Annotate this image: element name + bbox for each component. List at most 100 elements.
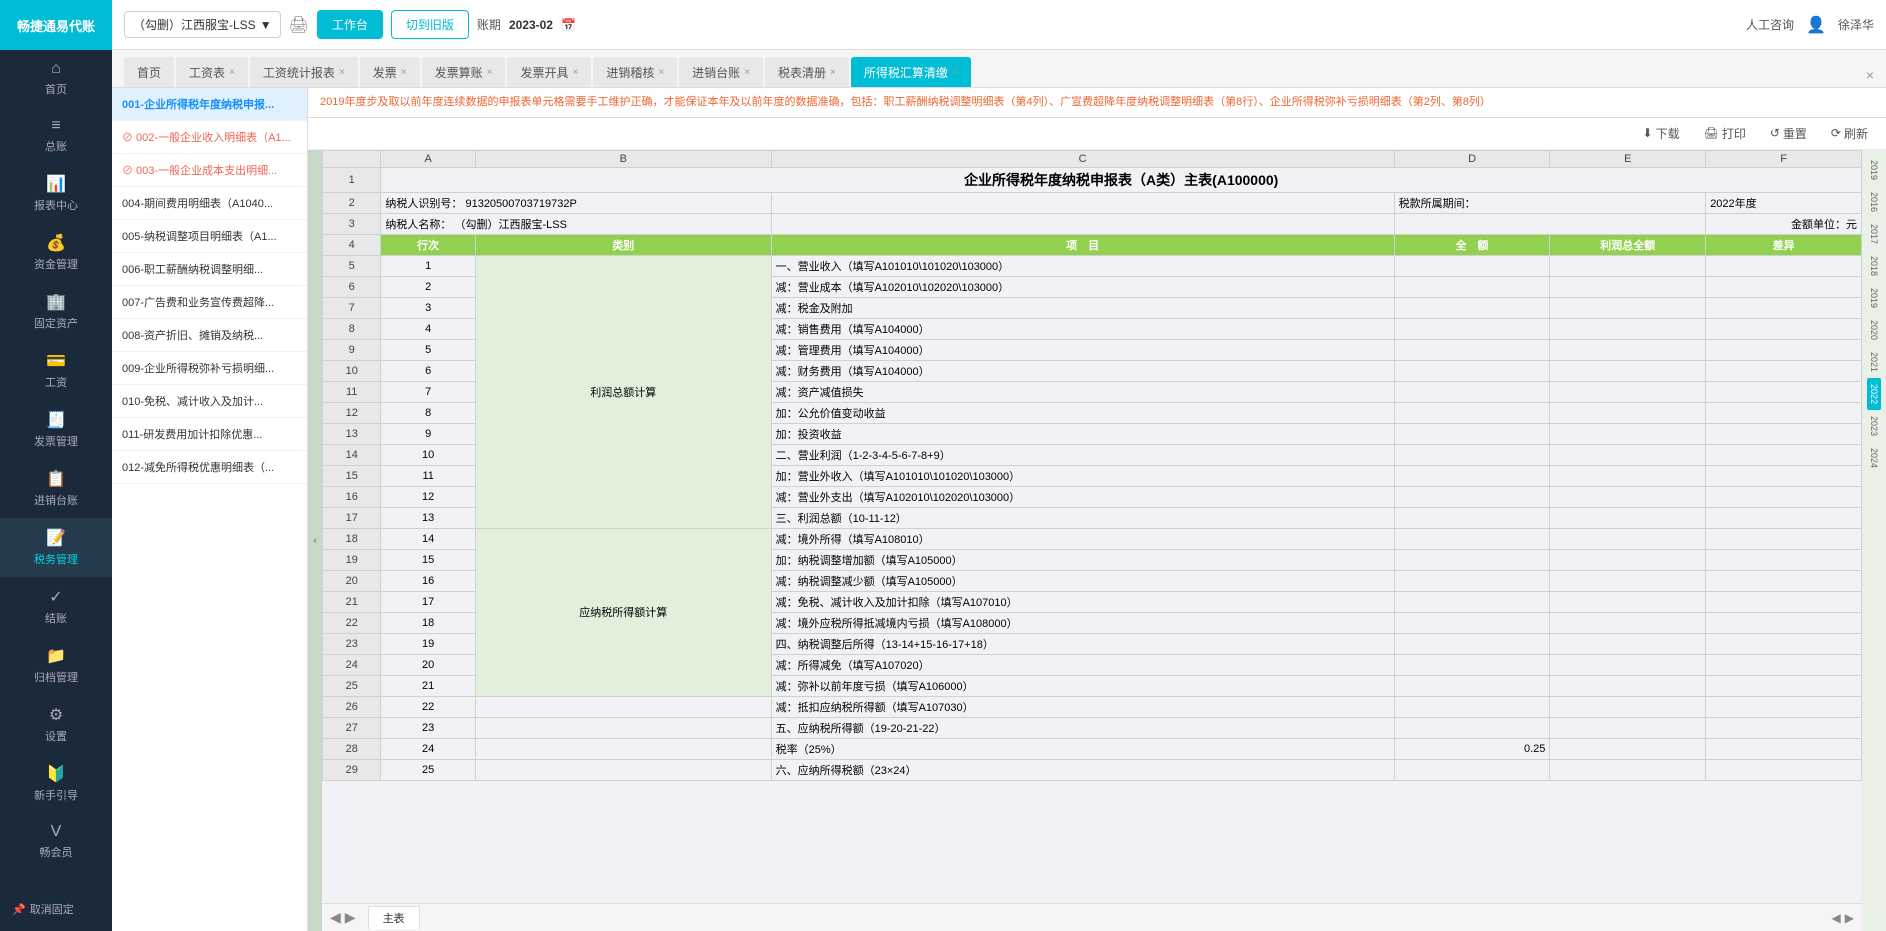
amount-cell-13[interactable] [1394,507,1550,528]
left-panel-item-007[interactable]: 007-广告费和业务宣传费超降... [112,286,307,319]
amount-cell-8[interactable] [1394,402,1550,423]
tab-close-tax_clear[interactable]: × [830,67,836,78]
amount-cell-21[interactable] [1394,675,1550,696]
tab-close-sales_ledger[interactable]: × [744,67,750,78]
amount-cell-22[interactable] [1394,696,1550,717]
switch-old-button[interactable]: 切到旧版 [391,10,469,39]
sidebar-item-sales[interactable]: 📋进销台账 [0,459,112,518]
item-cell-18[interactable]: 减：境外应税所得抵减境内亏损（填写A108000） [771,612,1394,633]
profit-cell-10[interactable] [1550,444,1706,465]
year-nav-2022[interactable]: 2022 [1867,378,1881,410]
left-panel-item-003[interactable]: ⊘ 003-一般企业成本支出明细... [112,154,307,187]
diff-cell-17[interactable] [1706,591,1862,612]
amount-cell-7[interactable] [1394,381,1550,402]
reset-button[interactable]: ↺ 重置 [1764,122,1813,145]
left-panel-item-009[interactable]: 009-企业所得税弥补亏损明细... [112,352,307,385]
refresh-button[interactable]: ⟳ 刷新 [1825,122,1874,145]
item-cell-12[interactable]: 减：营业外支出（填写A102010\102020\103000） [771,486,1394,507]
amount-cell-2[interactable] [1394,276,1550,297]
left-panel-item-012[interactable]: 012-减免所得税优惠明细表（... [112,451,307,484]
amount-cell-23[interactable] [1394,717,1550,738]
tab-close-salary[interactable]: × [229,67,235,78]
diff-cell-16[interactable] [1706,570,1862,591]
year-nav-2019[interactable]: 2019 [1867,154,1881,186]
profit-cell-4[interactable] [1550,318,1706,339]
amount-cell-1[interactable] [1394,255,1550,276]
profit-cell-6[interactable] [1550,360,1706,381]
diff-cell-1[interactable] [1706,255,1862,276]
tab-income_tax[interactable]: 所得税汇算清缴× [851,57,971,87]
item-cell-1[interactable]: 一、营业收入（填写A101010\101020\103000） [771,255,1394,276]
profit-cell-24[interactable] [1550,738,1706,759]
item-cell-20[interactable]: 减：所得减免（填写A107020） [771,654,1394,675]
sidebar-item-tax[interactable]: 📝税务管理 [0,518,112,577]
sidebar-item-ledger[interactable]: ≡总账 [0,107,112,164]
tab-close-salary_stats[interactable]: × [339,67,345,78]
diff-cell-3[interactable] [1706,297,1862,318]
amount-cell-17[interactable] [1394,591,1550,612]
item-cell-25[interactable]: 六、应纳所得税额（23×24） [771,759,1394,780]
left-panel-item-010[interactable]: 010-免税、减计收入及加计... [112,385,307,418]
amount-cell-4[interactable] [1394,318,1550,339]
amount-cell-16[interactable] [1394,570,1550,591]
profit-cell-8[interactable] [1550,402,1706,423]
diff-cell-21[interactable] [1706,675,1862,696]
profit-cell-19[interactable] [1550,633,1706,654]
profit-cell-18[interactable] [1550,612,1706,633]
left-panel-item-006[interactable]: 006-职工薪酬纳税调整明细... [112,253,307,286]
tab-close-invoice_open[interactable]: × [572,67,578,78]
diff-cell-23[interactable] [1706,717,1862,738]
profit-cell-3[interactable] [1550,297,1706,318]
amount-cell-9[interactable] [1394,423,1550,444]
year-nav-2018[interactable]: 2018 [1867,250,1881,282]
profit-cell-2[interactable] [1550,276,1706,297]
profit-cell-13[interactable] [1550,507,1706,528]
year-nav-2021[interactable]: 2021 [1867,346,1881,378]
item-cell-5[interactable]: 减：管理费用（填写A104000） [771,339,1394,360]
diff-cell-8[interactable] [1706,402,1862,423]
year-nav-2024[interactable]: 2024 [1867,442,1881,474]
item-cell-14[interactable]: 减：境外所得（填写A108010） [771,528,1394,549]
year-nav-2017[interactable]: 2017 [1867,218,1881,250]
amount-cell-14[interactable] [1394,528,1550,549]
diff-cell-11[interactable] [1706,465,1862,486]
year-nav-2019[interactable]: 2019 [1867,282,1881,314]
profit-cell-15[interactable] [1550,549,1706,570]
item-cell-13[interactable]: 三、利润总额（10-11-12） [771,507,1394,528]
profit-cell-14[interactable] [1550,528,1706,549]
amount-cell-15[interactable] [1394,549,1550,570]
tab-close-invoice_calc[interactable]: × [487,67,493,78]
diff-cell-10[interactable] [1706,444,1862,465]
item-cell-19[interactable]: 四、纳税调整后所得（13-14+15-16-17+18） [771,633,1394,654]
tab-close-invoice[interactable]: × [401,67,407,78]
profit-cell-17[interactable] [1550,591,1706,612]
profit-cell-20[interactable] [1550,654,1706,675]
profit-cell-22[interactable] [1550,696,1706,717]
profit-cell-11[interactable] [1550,465,1706,486]
diff-cell-15[interactable] [1706,549,1862,570]
profit-cell-21[interactable] [1550,675,1706,696]
left-panel-item-011[interactable]: 011-研发费用加计扣除优惠... [112,418,307,451]
year-nav-2016[interactable]: 2016 [1867,186,1881,218]
tab-close-sales_check[interactable]: × [658,67,664,78]
tab-sales_check[interactable]: 进销稽核× [593,57,677,87]
tab-invoice_open[interactable]: 发票开具× [507,57,591,87]
diff-cell-24[interactable] [1706,738,1862,759]
tab-close-income_tax[interactable]: × [952,67,958,78]
profit-cell-5[interactable] [1550,339,1706,360]
diff-cell-12[interactable] [1706,486,1862,507]
item-cell-23[interactable]: 五、应纳税所得额（19-20-21-22） [771,717,1394,738]
workbench-button[interactable]: 工作台 [317,10,383,39]
amount-cell-11[interactable] [1394,465,1550,486]
diff-cell-22[interactable] [1706,696,1862,717]
sidebar-item-invoice_mgr[interactable]: 🧾发票管理 [0,400,112,459]
item-cell-17[interactable]: 减：免税、减计收入及加计扣除（填写A107010） [771,591,1394,612]
item-cell-3[interactable]: 减：税金及附加 [771,297,1394,318]
sidebar-item-member[interactable]: V畅会员 [0,813,112,870]
nav-left-icon[interactable]: ◀ [330,909,341,926]
amount-cell-10[interactable] [1394,444,1550,465]
tab-sales_ledger[interactable]: 进销台账× [679,57,763,87]
year-nav-2020[interactable]: 2020 [1867,314,1881,346]
diff-cell-6[interactable] [1706,360,1862,381]
ai-query[interactable]: 人工咨询 [1746,16,1794,33]
